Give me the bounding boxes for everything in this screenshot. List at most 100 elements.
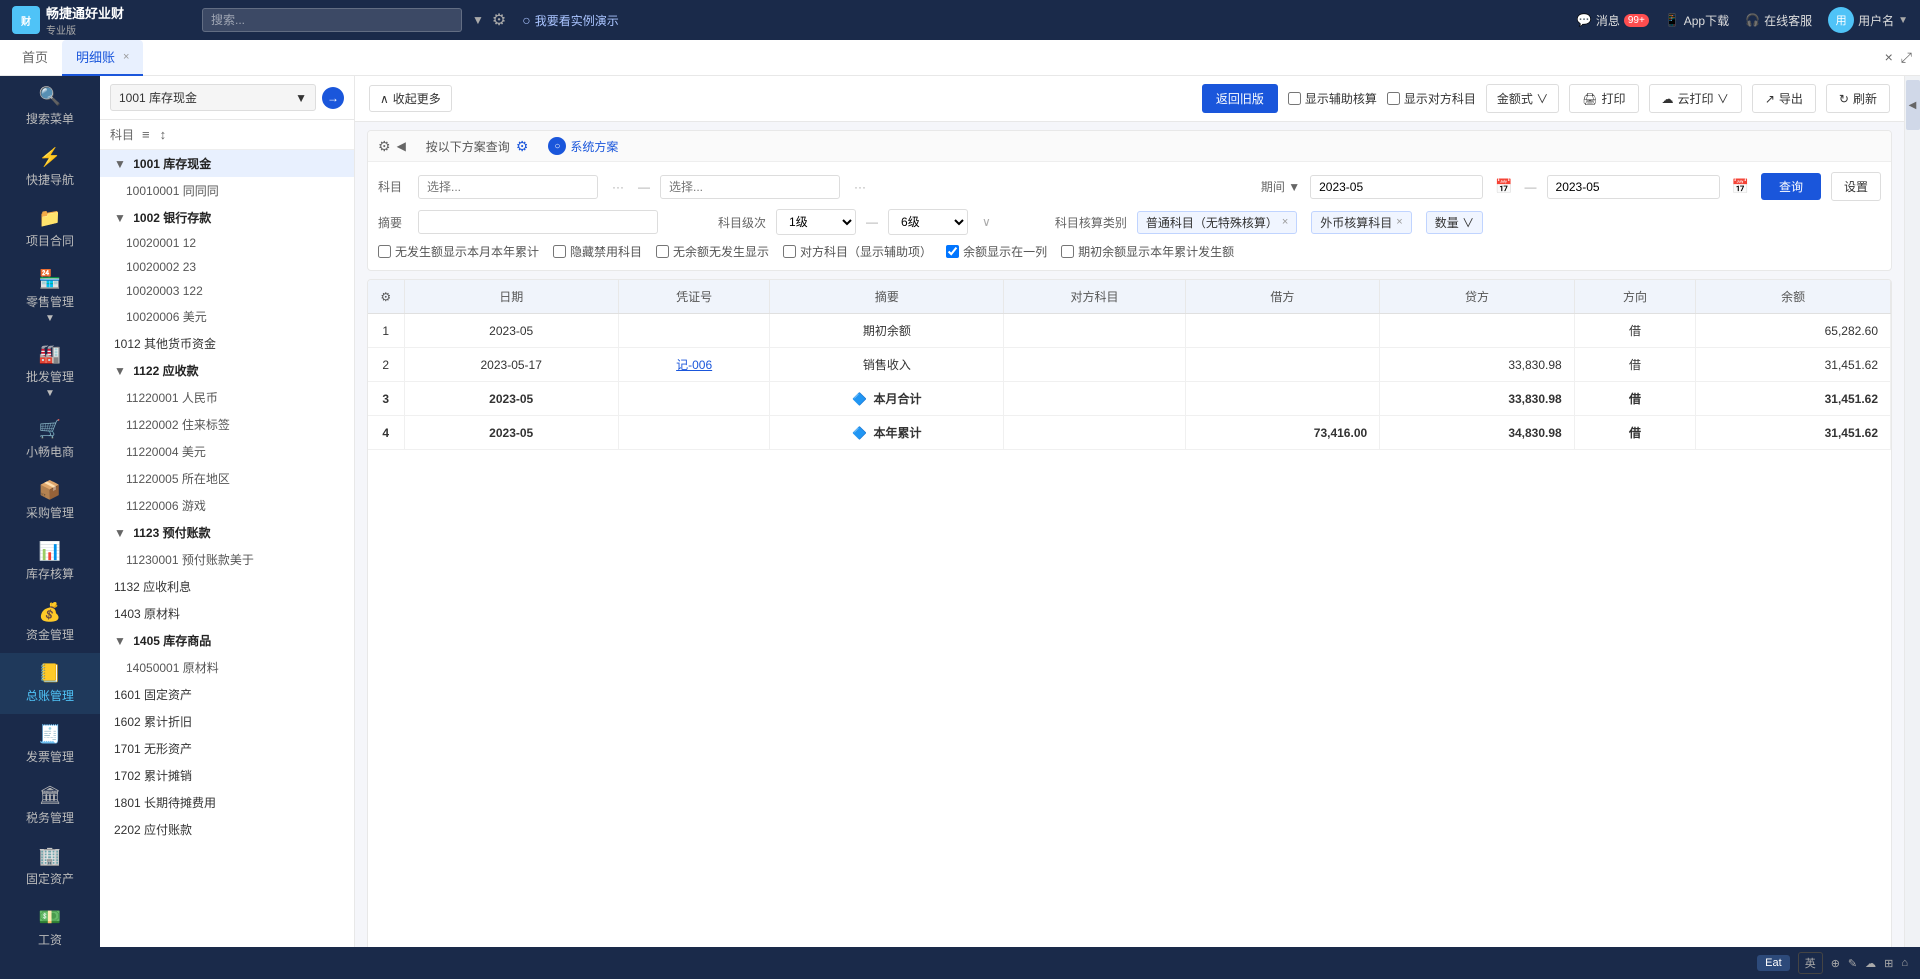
- tab-close-all-icon[interactable]: ×: [1885, 49, 1893, 66]
- account-selector[interactable]: 1001 库存现金 ▼: [110, 84, 316, 111]
- level-start-select[interactable]: 1级2级3级: [776, 209, 856, 235]
- col-settings[interactable]: ⚙: [368, 280, 404, 314]
- status-icon-1[interactable]: ⊕: [1831, 957, 1840, 970]
- show-opposite-subject-checkbox[interactable]: 显示对方科目: [1387, 90, 1476, 107]
- online-service-button[interactable]: 🎧 在线客服: [1745, 12, 1812, 29]
- show-aux-calc-checkbox[interactable]: 显示辅助核算: [1288, 90, 1377, 107]
- sidebar-item-wholesale[interactable]: 🏭 批发管理 ▼: [0, 334, 100, 409]
- tree-item-1403[interactable]: 1403 原材料: [100, 600, 354, 627]
- search-input[interactable]: [202, 8, 462, 32]
- status-icon-4[interactable]: ⊞: [1884, 957, 1893, 970]
- checkbox-opposite[interactable]: 对方科目（显示辅助项）: [783, 243, 932, 260]
- status-icon-5[interactable]: ⌂: [1901, 957, 1908, 969]
- tree-item-11220006[interactable]: 11220006 游戏: [100, 492, 354, 519]
- status-icon-3[interactable]: ☁: [1865, 957, 1876, 970]
- tree-item-1132[interactable]: 1132 应收利息: [100, 573, 354, 600]
- checkbox-no-occurrence[interactable]: 无发生额显示本月本年累计: [378, 243, 539, 260]
- sidebar-item-inventory[interactable]: 📊 库存核算: [0, 531, 100, 592]
- system-scheme-label[interactable]: 系统方案: [570, 138, 618, 155]
- tree-item-1405[interactable]: ▼ 1405 库存商品: [100, 627, 354, 654]
- tree-item-1002[interactable]: ▼ 1002 银行存款: [100, 204, 354, 231]
- sidebar-item-retail[interactable]: 🏪 零售管理 ▼: [0, 259, 100, 334]
- settings-text-button[interactable]: 设置: [1831, 172, 1881, 201]
- export-button[interactable]: ↗ 导出: [1752, 84, 1816, 113]
- aux-calc-check[interactable]: [1288, 92, 1301, 105]
- tree-item-1601[interactable]: 1601 固定资产: [100, 681, 354, 708]
- query-button[interactable]: 查询: [1761, 173, 1821, 200]
- tab-detail[interactable]: 明细账 ×: [62, 40, 143, 76]
- tag-2-remove[interactable]: ×: [1396, 216, 1402, 228]
- tree-item-10020003[interactable]: 10020003 122: [100, 279, 354, 303]
- scheme-settings-icon[interactable]: ⚙: [516, 138, 529, 155]
- checkbox-no-balance[interactable]: 无余额无发生显示: [656, 243, 769, 260]
- checkbox-hide-disabled[interactable]: 隐藏禁用科目: [553, 243, 642, 260]
- period-start-input[interactable]: [1310, 175, 1483, 199]
- tag-1-remove[interactable]: ×: [1282, 216, 1288, 228]
- tree-item-1012[interactable]: 1012 其他货币资金: [100, 330, 354, 357]
- message-button[interactable]: 💬 消息 99+: [1577, 12, 1649, 29]
- checkbox-opening[interactable]: 期初余额显示本年累计发生额: [1061, 243, 1234, 260]
- tree-item-10020006[interactable]: 10020006 美元: [100, 303, 354, 330]
- tree-item-1123[interactable]: ▼ 1123 预付账款: [100, 519, 354, 546]
- tab-home[interactable]: 首页: [8, 40, 62, 76]
- tree-item-1801[interactable]: 1801 长期待摊费用: [100, 789, 354, 816]
- period-calendar-icon[interactable]: 📅: [1495, 178, 1512, 195]
- subject-start-input[interactable]: [418, 175, 598, 199]
- level-end-select[interactable]: 6级5级4级: [888, 209, 968, 235]
- sidebar-item-ledger[interactable]: 📒 总账管理: [0, 653, 100, 714]
- category-tag-3[interactable]: 数量 ∨: [1426, 211, 1483, 234]
- sidebar-item-invoice[interactable]: 🧾 发票管理: [0, 714, 100, 775]
- subject-end-input[interactable]: [660, 175, 840, 199]
- status-icon-2[interactable]: ✎: [1848, 957, 1857, 970]
- period-end-input[interactable]: [1547, 175, 1720, 199]
- search-area[interactable]: [202, 8, 462, 32]
- tree-item-10010001[interactable]: 10010001 同同同: [100, 177, 354, 204]
- return-old-version-button[interactable]: 返回旧版: [1202, 84, 1278, 113]
- tree-item-1602[interactable]: 1602 累计折旧: [100, 708, 354, 735]
- tree-item-10020001[interactable]: 10020001 12: [100, 231, 354, 255]
- tree-list-icon[interactable]: ≡: [142, 127, 150, 142]
- no-occurrence-check[interactable]: [378, 245, 391, 258]
- tab-close-icon[interactable]: ×: [123, 51, 129, 63]
- tree-item-1001[interactable]: ▼ 1001 库存现金: [100, 150, 354, 177]
- tree-item-11220005[interactable]: 11220005 所在地区: [100, 465, 354, 492]
- demo-button[interactable]: ○ 我要看实例演示: [522, 12, 618, 29]
- summary-input[interactable]: [418, 210, 658, 234]
- dropdown-arrow[interactable]: ▼: [472, 13, 484, 27]
- sidebar-item-ecommerce[interactable]: 🛒 小畅电商: [0, 409, 100, 470]
- balance-col-check[interactable]: [946, 245, 959, 258]
- sidebar-item-tax[interactable]: 🏛 税务管理: [0, 775, 100, 836]
- tree-item-1122[interactable]: ▼ 1122 应收款: [100, 357, 354, 384]
- cell-voucher-2[interactable]: 记-006: [618, 348, 769, 382]
- tree-item-11220002[interactable]: 11220002 住来标签: [100, 411, 354, 438]
- tree-item-11230001[interactable]: 11230001 预付账款美于: [100, 546, 354, 573]
- sidebar-item-purchase[interactable]: 📦 采购管理: [0, 470, 100, 531]
- print-button[interactable]: 🖨 打印: [1569, 84, 1638, 113]
- refresh-button[interactable]: ↻ 刷新: [1826, 84, 1890, 113]
- cloud-print-button[interactable]: ☁ 云打印 ∨: [1649, 84, 1742, 113]
- settings-icon[interactable]: ⚙: [492, 10, 506, 30]
- tree-item-14050001[interactable]: 14050001 原材料: [100, 654, 354, 681]
- opposite-check[interactable]: [783, 245, 796, 258]
- voucher-link-2[interactable]: 记-006: [676, 358, 712, 372]
- tree-sort-icon[interactable]: ↕: [160, 127, 167, 142]
- sidebar-item-project[interactable]: 📁 项目合同: [0, 198, 100, 259]
- tree-item-11220004[interactable]: 11220004 美元: [100, 438, 354, 465]
- sidebar-item-search[interactable]: 🔍 搜索菜单: [0, 76, 100, 137]
- opposite-subject-check[interactable]: [1387, 92, 1400, 105]
- tree-item-11220001[interactable]: 11220001 人民币: [100, 384, 354, 411]
- eat-button[interactable]: Eat: [1757, 955, 1790, 971]
- checkbox-balance-col[interactable]: 余额显示在一列: [946, 243, 1047, 260]
- tree-item-1701[interactable]: 1701 无形资产: [100, 735, 354, 762]
- lang-button[interactable]: 英: [1798, 952, 1823, 974]
- sidebar-item-assets[interactable]: 🏢 固定资产: [0, 836, 100, 897]
- period-end-calendar-icon[interactable]: 📅: [1732, 178, 1749, 195]
- expand-more-button[interactable]: ∧ 收起更多: [369, 85, 452, 112]
- hide-disabled-check[interactable]: [553, 245, 566, 258]
- app-download-button[interactable]: 📱 App下载: [1665, 12, 1729, 29]
- tree-item-2202[interactable]: 2202 应付账款: [100, 816, 354, 843]
- sidebar-item-quicknav[interactable]: ⚡ 快捷导航: [0, 137, 100, 198]
- sidebar-item-finance[interactable]: 💰 资金管理: [0, 592, 100, 653]
- tree-item-1702[interactable]: 1702 累计摊销: [100, 762, 354, 789]
- amount-style-button[interactable]: 金额式 ∨: [1486, 84, 1559, 113]
